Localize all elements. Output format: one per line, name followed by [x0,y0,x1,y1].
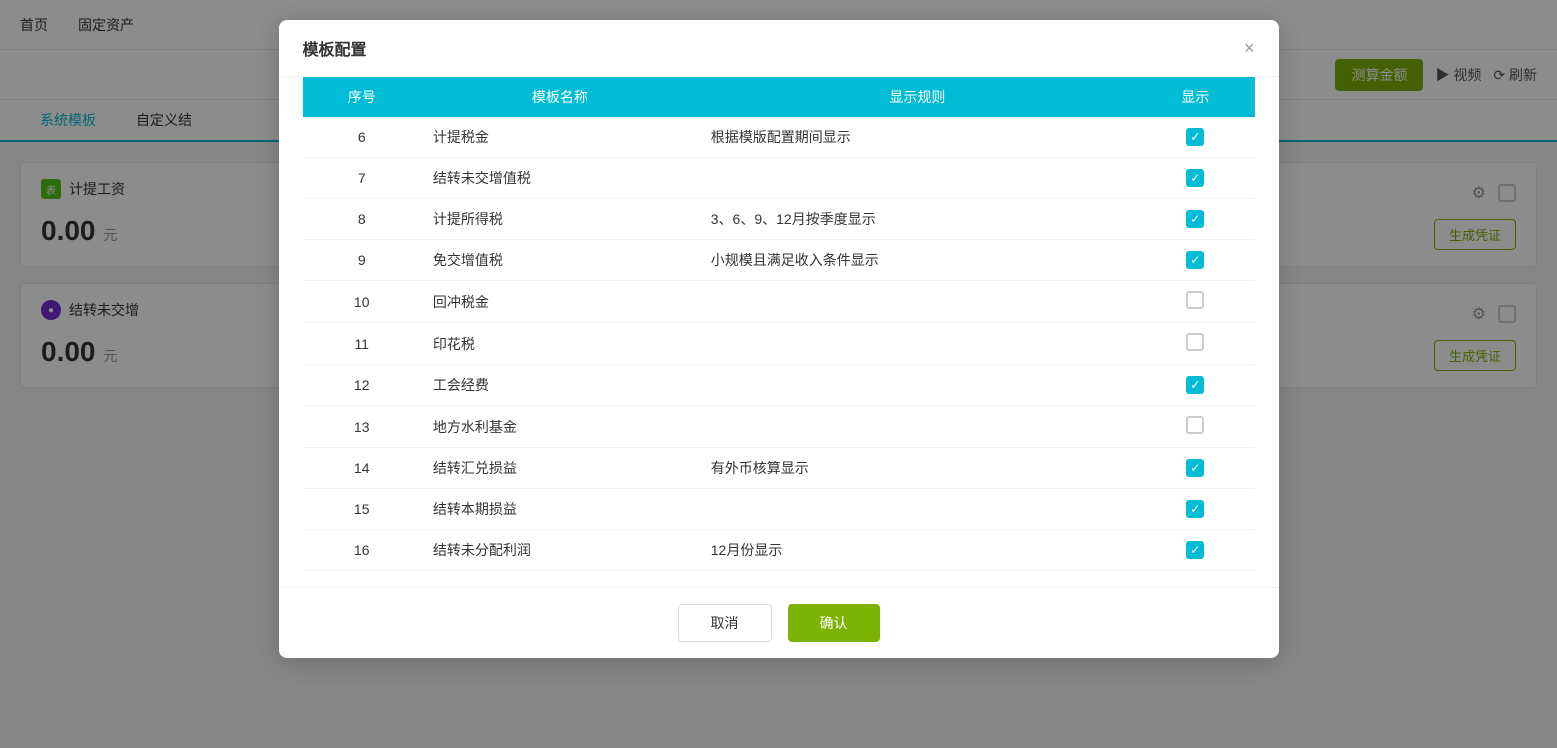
cell-checkbox[interactable]: ✓ [1136,448,1254,489]
cell-num: 14 [303,448,421,489]
cell-num: 12 [303,365,421,406]
cell-name: 结转汇兑损益 [421,448,699,489]
checkbox-row-8[interactable]: ✓ [1186,459,1204,477]
col-show: 显示 [1136,77,1254,117]
cell-checkbox[interactable] [1136,281,1254,323]
checkbox-row-5[interactable] [1186,333,1204,351]
cell-name: 计提所得税 [421,199,699,240]
cell-name: 印花税 [421,323,699,365]
cell-num: 15 [303,489,421,530]
cell-num: 8 [303,199,421,240]
table-row: 12工会经费 ✓ [303,365,1255,406]
modal-close-button[interactable]: × [1244,39,1255,57]
checkbox-row-3[interactable]: ✓ [1186,251,1204,269]
cell-rule [699,406,1136,448]
table-row: 13地方水利基金 [303,406,1255,448]
modal-footer: 取消 确认 [279,587,1279,658]
table-row: 16结转未分配利润12月份显示 ✓ [303,530,1255,571]
cell-name: 计提税金 [421,117,699,158]
cell-num: 16 [303,530,421,571]
cell-name: 免交增值税 [421,240,699,281]
checkbox-row-10[interactable]: ✓ [1186,541,1204,559]
table-row: 7结转未交增值税 ✓ [303,158,1255,199]
confirm-button[interactable]: 确认 [788,604,880,642]
cancel-button[interactable]: 取消 [678,604,772,642]
cell-checkbox[interactable] [1136,406,1254,448]
checkbox-row-9[interactable]: ✓ [1186,500,1204,518]
cell-num: 9 [303,240,421,281]
cell-checkbox[interactable]: ✓ [1136,489,1254,530]
cell-name: 回冲税金 [421,281,699,323]
table-row: 8计提所得税3、6、9、12月按季度显示 ✓ [303,199,1255,240]
cell-name: 地方水利基金 [421,406,699,448]
modal-header: 模板配置 × [279,20,1279,77]
cell-rule [699,323,1136,365]
checkbox-row-2[interactable]: ✓ [1186,210,1204,228]
table-row: 10回冲税金 [303,281,1255,323]
checkbox-row-6[interactable]: ✓ [1186,376,1204,394]
cell-checkbox[interactable]: ✓ [1136,199,1254,240]
table-row: 14结转汇兑损益有外币核算显示 ✓ [303,448,1255,489]
cell-rule: 根据模版配置期间显示 [699,117,1136,158]
modal-overlay: 模板配置 × 序号 模板名称 显示规则 显示 6计提税金根据模版配置期间显示✓7… [0,0,1557,748]
cell-checkbox[interactable]: ✓ [1136,117,1254,158]
cell-num: 11 [303,323,421,365]
cell-checkbox[interactable]: ✓ [1136,158,1254,199]
col-rule: 显示规则 [699,77,1136,117]
checkbox-row-7[interactable] [1186,416,1204,434]
cell-rule: 小规模且满足收入条件显示 [699,240,1136,281]
cell-num: 13 [303,406,421,448]
template-config-modal: 模板配置 × 序号 模板名称 显示规则 显示 6计提税金根据模版配置期间显示✓7… [279,20,1279,658]
cell-checkbox[interactable]: ✓ [1136,365,1254,406]
table-row: 9免交增值税小规模且满足收入条件显示 ✓ [303,240,1255,281]
cell-checkbox[interactable]: ✓ [1136,530,1254,571]
table-row: 15结转本期损益 ✓ [303,489,1255,530]
cell-num: 6 [303,117,421,158]
col-num: 序号 [303,77,421,117]
cell-rule: 12月份显示 [699,530,1136,571]
modal-title: 模板配置 [303,36,367,60]
table-body: 6计提税金根据模版配置期间显示✓7结转未交增值税✓8计提所得税3、6、9、12月… [303,117,1255,571]
modal-body: 序号 模板名称 显示规则 显示 6计提税金根据模版配置期间显示✓7结转未交增值税… [279,77,1279,587]
cell-rule [699,281,1136,323]
cell-checkbox[interactable]: ✓ [1136,240,1254,281]
cell-rule [699,158,1136,199]
cell-rule: 3、6、9、12月按季度显示 [699,199,1136,240]
cell-checkbox[interactable] [1136,323,1254,365]
cell-rule [699,489,1136,530]
col-name: 模板名称 [421,77,699,117]
table-row: 11印花税 [303,323,1255,365]
config-table: 序号 模板名称 显示规则 显示 6计提税金根据模版配置期间显示✓7结转未交增值税… [303,77,1255,571]
checkbox-row-4[interactable] [1186,291,1204,309]
cell-num: 10 [303,281,421,323]
checkbox-row-1[interactable]: ✓ [1186,169,1204,187]
cell-name: 结转本期损益 [421,489,699,530]
table-header: 序号 模板名称 显示规则 显示 [303,77,1255,117]
cell-num: 7 [303,158,421,199]
table-row: 6计提税金根据模版配置期间显示 ✓ [303,117,1255,158]
cell-name: 结转未交增值税 [421,158,699,199]
cell-name: 结转未分配利润 [421,530,699,571]
cell-rule [699,365,1136,406]
checkbox-row-0[interactable]: ✓ [1186,128,1204,146]
cell-name: 工会经费 [421,365,699,406]
cell-rule: 有外币核算显示 [699,448,1136,489]
